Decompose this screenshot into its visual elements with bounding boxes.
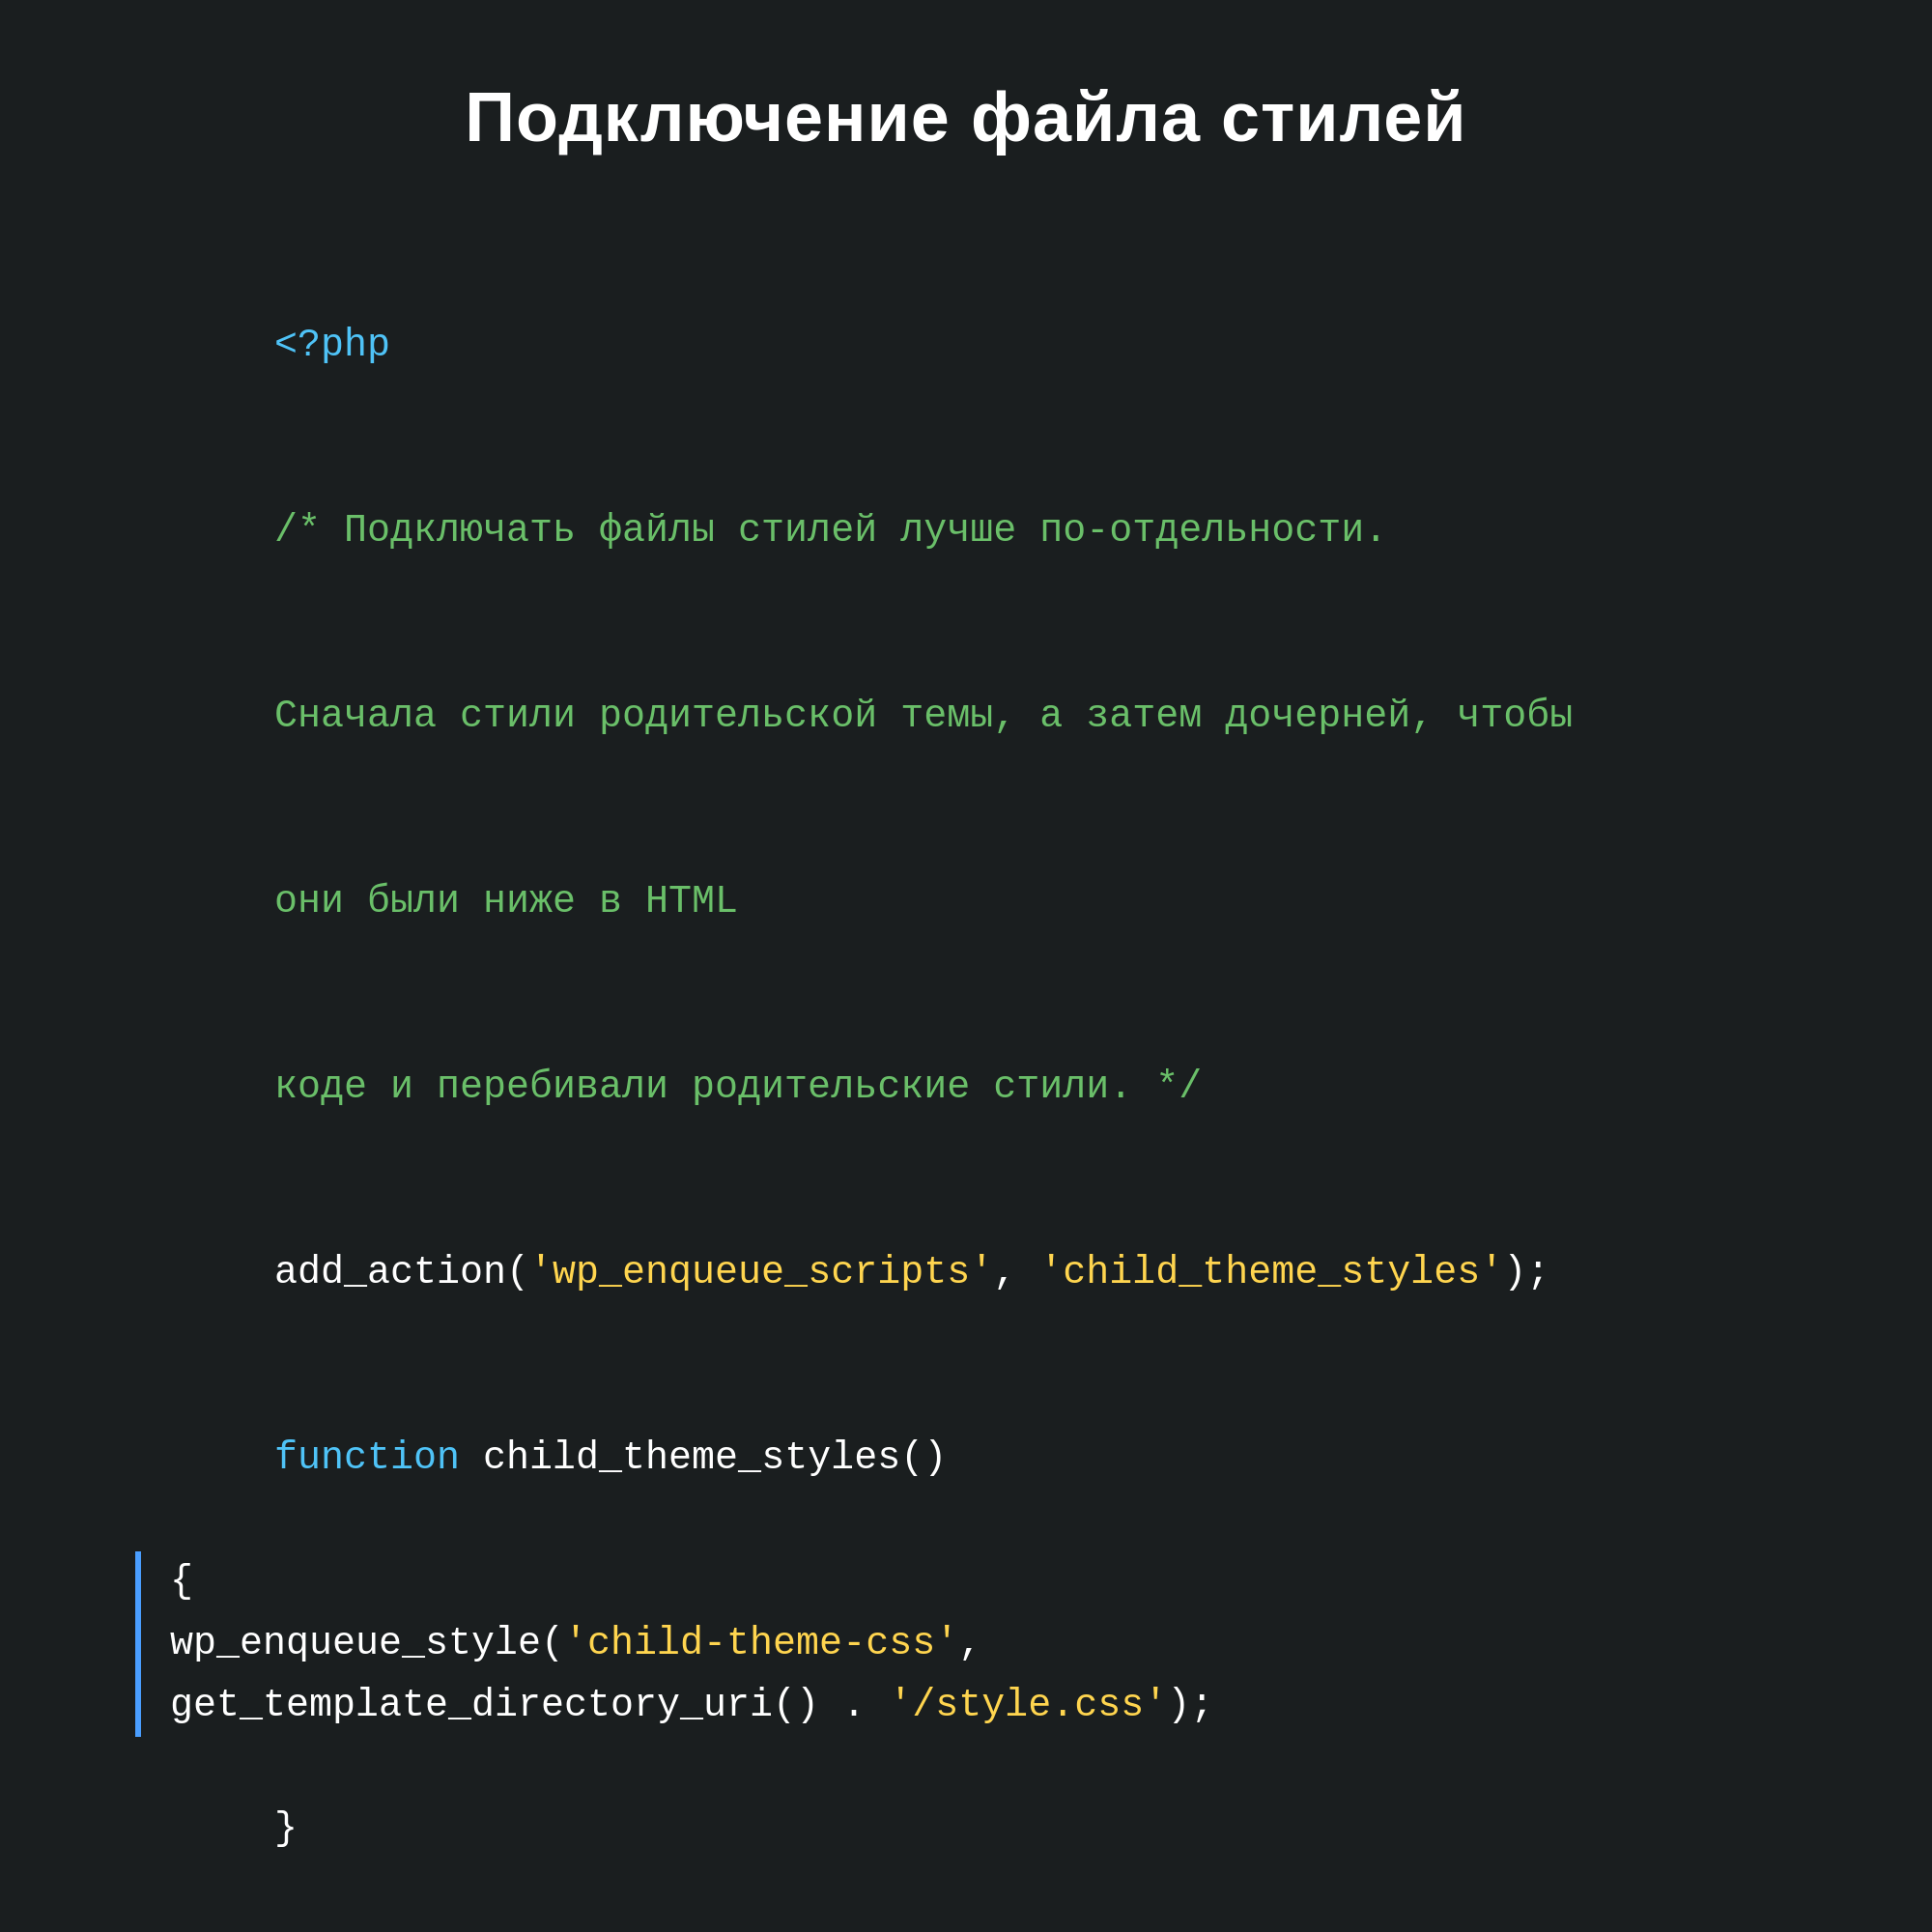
comment-line-1: /* Подключать файлы стилей лучше по-отде… (274, 509, 1387, 553)
code-line-11: } (135, 1737, 1573, 1922)
code-block: <?php /* Подключать файлы стилей лучше п… (97, 253, 1611, 1922)
code-line-4: они были ниже в HTML (135, 810, 1573, 995)
code-line-6: add_action('wp_enqueue_scripts', 'child_… (135, 1180, 1573, 1366)
code-line-9: wp_enqueue_style('child-theme-css', (135, 1613, 1573, 1675)
code-line-10: get_template_directory_uri() . '/style.c… (135, 1675, 1573, 1737)
get-template-line: get_template_directory_uri() . '/style.c… (170, 1675, 1213, 1737)
function-name: child_theme_styles() (483, 1436, 947, 1480)
comment-line-4: коде и перебивали родительские стили. */ (274, 1065, 1202, 1109)
function-keyword: function (274, 1436, 483, 1480)
page-title: Подключение файла стилей (97, 77, 1835, 156)
code-line-3: Сначала стили родительской темы, а затем… (135, 624, 1573, 810)
add-action-func: add_action('wp_enqueue_scripts', 'child_… (274, 1251, 1549, 1294)
code-line-8: { (135, 1551, 1573, 1613)
enqueue-style-line: wp_enqueue_style('child-theme-css', (170, 1613, 981, 1675)
code-bar-3 (135, 1675, 141, 1737)
page-container: Подключение файла стилей <?php /* Подклю… (0, 0, 1932, 1932)
comment-line-3: они были ниже в HTML (274, 880, 738, 923)
code-line-5: коде и перебивали родительские стили. */ (135, 995, 1573, 1180)
comment-line-2: Сначала стили родительской темы, а затем… (274, 695, 1573, 738)
brace-open: { (170, 1551, 193, 1613)
code-line-2: /* Подключать файлы стилей лучше по-отде… (135, 439, 1573, 624)
code-line-1: <?php (135, 253, 1573, 439)
code-bar-2 (135, 1613, 141, 1675)
code-line-7: function child_theme_styles() (135, 1366, 1573, 1551)
code-bar (135, 1551, 141, 1613)
brace-close: } (274, 1807, 298, 1851)
php-open-tag: <?php (274, 324, 390, 367)
